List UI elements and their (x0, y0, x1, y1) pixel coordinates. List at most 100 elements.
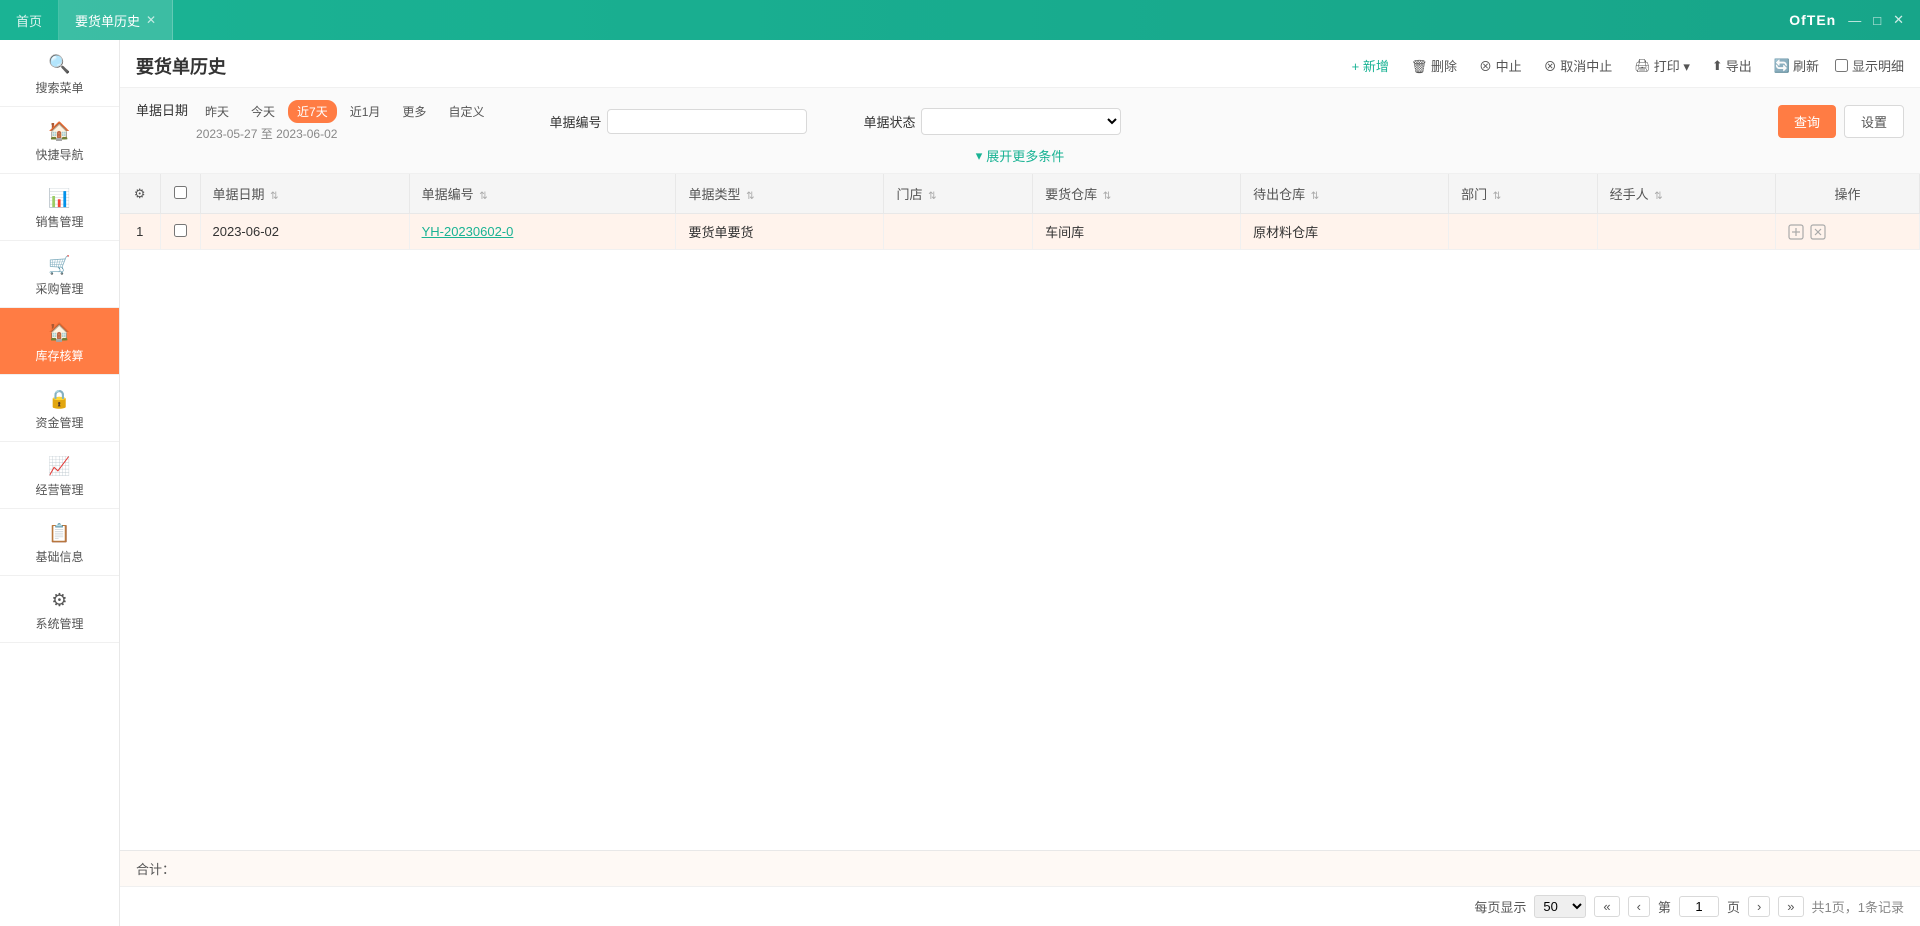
date-btn-yesterday[interactable]: 昨天 (196, 100, 238, 123)
action-buttons (1788, 223, 1907, 240)
row-checkbox-cell[interactable] (160, 214, 200, 250)
display-toggle-label: 显示明细 (1852, 56, 1904, 75)
page-prefix: 第 (1658, 897, 1671, 916)
print-button[interactable]: 🖨 🖨 打印 打印 ▾ (1628, 52, 1696, 79)
cancel-stop-button[interactable]: ⊗ 取消中止 (1538, 52, 1619, 79)
tab-home-label: 首页 (16, 11, 42, 30)
window-min-btn[interactable]: — (1848, 13, 1861, 28)
quick-nav-icon: 🏠 (48, 121, 70, 142)
display-toggle-checkbox[interactable] (1835, 59, 1848, 72)
row-index: 1 (120, 214, 160, 250)
row-department (1449, 214, 1598, 250)
display-toggle[interactable]: 显示明细 (1835, 56, 1904, 75)
stop-button[interactable]: ⊗ 中止 (1473, 52, 1528, 79)
row-handler (1597, 214, 1775, 250)
sort-store-icon: ⇅ (928, 191, 936, 202)
row-date: 2023-06-02 (200, 214, 409, 250)
th-department[interactable]: 部门 ⇅ (1449, 174, 1598, 214)
settings-icon: ⚙ (134, 186, 146, 201)
operations-icon: 📈 (48, 456, 70, 477)
th-settings[interactable]: ⚙ (120, 174, 160, 214)
pagination: 每页显示 50 20 100 « ‹ 第 页 › » 共1页，1条记录 (120, 886, 1920, 926)
date-filter-group: 单据日期 昨天 今天 近7天 近1月 更多 自定义 2023-05-27 至 2… (136, 100, 493, 142)
date-btn-custom[interactable]: 自定义 (439, 100, 493, 123)
chevron-down-icon: ▾ (976, 148, 983, 164)
per-page-label: 每页显示 (1474, 897, 1526, 916)
last-page-btn[interactable]: » (1778, 896, 1803, 917)
main-layout: 🔍 搜索菜单 🏠 快捷导航 📊 销售管理 🛒 采购管理 🏠 库存核算 🔒 资金管… (0, 40, 1920, 926)
expand-more-btn[interactable]: ▾ 展开更多条件 (136, 146, 1904, 165)
query-button[interactable]: 查询 (1778, 105, 1836, 138)
data-table: ⚙ 单据日期 ⇅ 单据编号 ⇅ (120, 174, 1920, 250)
tab-history[interactable]: 要货单历史 ✕ (59, 0, 173, 40)
row-type: 要货单要货 (676, 214, 884, 250)
top-bar: 首页 要货单历史 ✕ OfTEn — □ ✕ (0, 0, 1920, 40)
page-title: 要货单历史 (136, 53, 1346, 79)
th-date[interactable]: 单据日期 ⇅ (200, 174, 409, 214)
row-number[interactable]: YH-20230602-0 (409, 214, 676, 250)
row-store (884, 214, 1033, 250)
th-pending-warehouse[interactable]: 待出仓库 ⇅ (1241, 174, 1449, 214)
delete-action-btn[interactable] (1810, 223, 1826, 240)
add-button[interactable]: + 新增 (1346, 52, 1395, 79)
basic-info-icon: 📋 (48, 523, 70, 544)
th-req-warehouse[interactable]: 要货仓库 ⇅ (1033, 174, 1241, 214)
date-buttons: 昨天 今天 近7天 近1月 更多 自定义 (196, 100, 493, 123)
sidebar-item-search-menu[interactable]: 🔍 搜索菜单 (0, 40, 119, 107)
window-controls: OfTEn — □ ✕ (1789, 12, 1920, 28)
system-icon: ⚙ (51, 590, 67, 611)
edit-action-btn[interactable] (1788, 223, 1804, 240)
row-checkbox[interactable] (174, 224, 187, 237)
tab-home[interactable]: 首页 (0, 0, 59, 40)
status-select[interactable] (921, 108, 1121, 135)
page-suffix: 页 (1727, 897, 1740, 916)
refresh-button[interactable]: 🔄 刷新 (1768, 52, 1825, 79)
first-page-btn[interactable]: « (1594, 896, 1619, 917)
row-pending-warehouse: 原材料仓库 (1241, 214, 1449, 250)
th-number[interactable]: 单据编号 ⇅ (409, 174, 676, 214)
sidebar-item-system[interactable]: ⚙ 系统管理 (0, 576, 119, 643)
select-all-checkbox[interactable] (174, 186, 187, 199)
sidebar-item-system-label: 系统管理 (35, 615, 83, 632)
tab-history-close[interactable]: ✕ (146, 13, 156, 27)
total-info: 共1页，1条记录 (1812, 897, 1904, 916)
prev-page-btn[interactable]: ‹ (1628, 896, 1650, 917)
date-btn-1month[interactable]: 近1月 (341, 100, 390, 123)
tab-history-label: 要货单历史 (75, 11, 140, 30)
delete-button[interactable]: 🗑 删除 (1405, 52, 1463, 79)
row-number-link[interactable]: YH-20230602-0 (422, 224, 514, 239)
sidebar-item-finance-label: 资金管理 (35, 414, 83, 431)
sidebar: 🔍 搜索菜单 🏠 快捷导航 📊 销售管理 🛒 采购管理 🏠 库存核算 🔒 资金管… (0, 40, 120, 926)
th-store[interactable]: 门店 ⇅ (884, 174, 1033, 214)
sidebar-item-operations[interactable]: 📈 经营管理 (0, 442, 119, 509)
sidebar-item-sales[interactable]: 📊 销售管理 (0, 174, 119, 241)
sidebar-item-quick-nav[interactable]: 🏠 快捷导航 (0, 107, 119, 174)
content-area: 要货单历史 + 新增 🗑 删除 ⊗ 中止 ⊗ 取消中止 🖨 🖨 打印 打印 ▾ … (120, 40, 1920, 926)
inventory-icon: 🏠 (48, 322, 70, 343)
next-page-btn[interactable]: › (1748, 896, 1770, 917)
page-input[interactable] (1679, 896, 1719, 917)
sidebar-item-inventory[interactable]: 🏠 库存核算 (0, 308, 119, 375)
window-max-btn[interactable]: □ (1873, 13, 1881, 28)
th-checkbox[interactable] (160, 174, 200, 214)
sales-icon: 📊 (48, 188, 70, 209)
settings-button[interactable]: 设置 (1844, 105, 1904, 138)
sidebar-item-finance[interactable]: 🔒 资金管理 (0, 375, 119, 442)
date-btn-more[interactable]: 更多 (393, 100, 435, 123)
sidebar-item-purchase[interactable]: 🛒 采购管理 (0, 241, 119, 308)
window-close-btn[interactable]: ✕ (1893, 12, 1904, 28)
doc-number-input[interactable] (607, 109, 807, 134)
export-button[interactable]: ⬆ 导出 (1706, 52, 1758, 79)
search-menu-icon: 🔍 (48, 54, 70, 75)
sidebar-item-basic-info[interactable]: 📋 基础信息 (0, 509, 119, 576)
filter-actions: 查询 设置 (1778, 105, 1904, 138)
sidebar-item-operations-label: 经营管理 (35, 481, 83, 498)
th-type[interactable]: 单据类型 ⇅ (676, 174, 884, 214)
th-action: 操作 (1775, 174, 1919, 214)
per-page-select[interactable]: 50 20 100 (1534, 895, 1586, 918)
date-btn-today[interactable]: 今天 (242, 100, 284, 123)
sort-type-icon: ⇅ (746, 191, 754, 202)
date-btn-7days[interactable]: 近7天 (288, 100, 337, 123)
print-icon: 🖨 (1634, 58, 1651, 74)
th-handler[interactable]: 经手人 ⇅ (1597, 174, 1775, 214)
